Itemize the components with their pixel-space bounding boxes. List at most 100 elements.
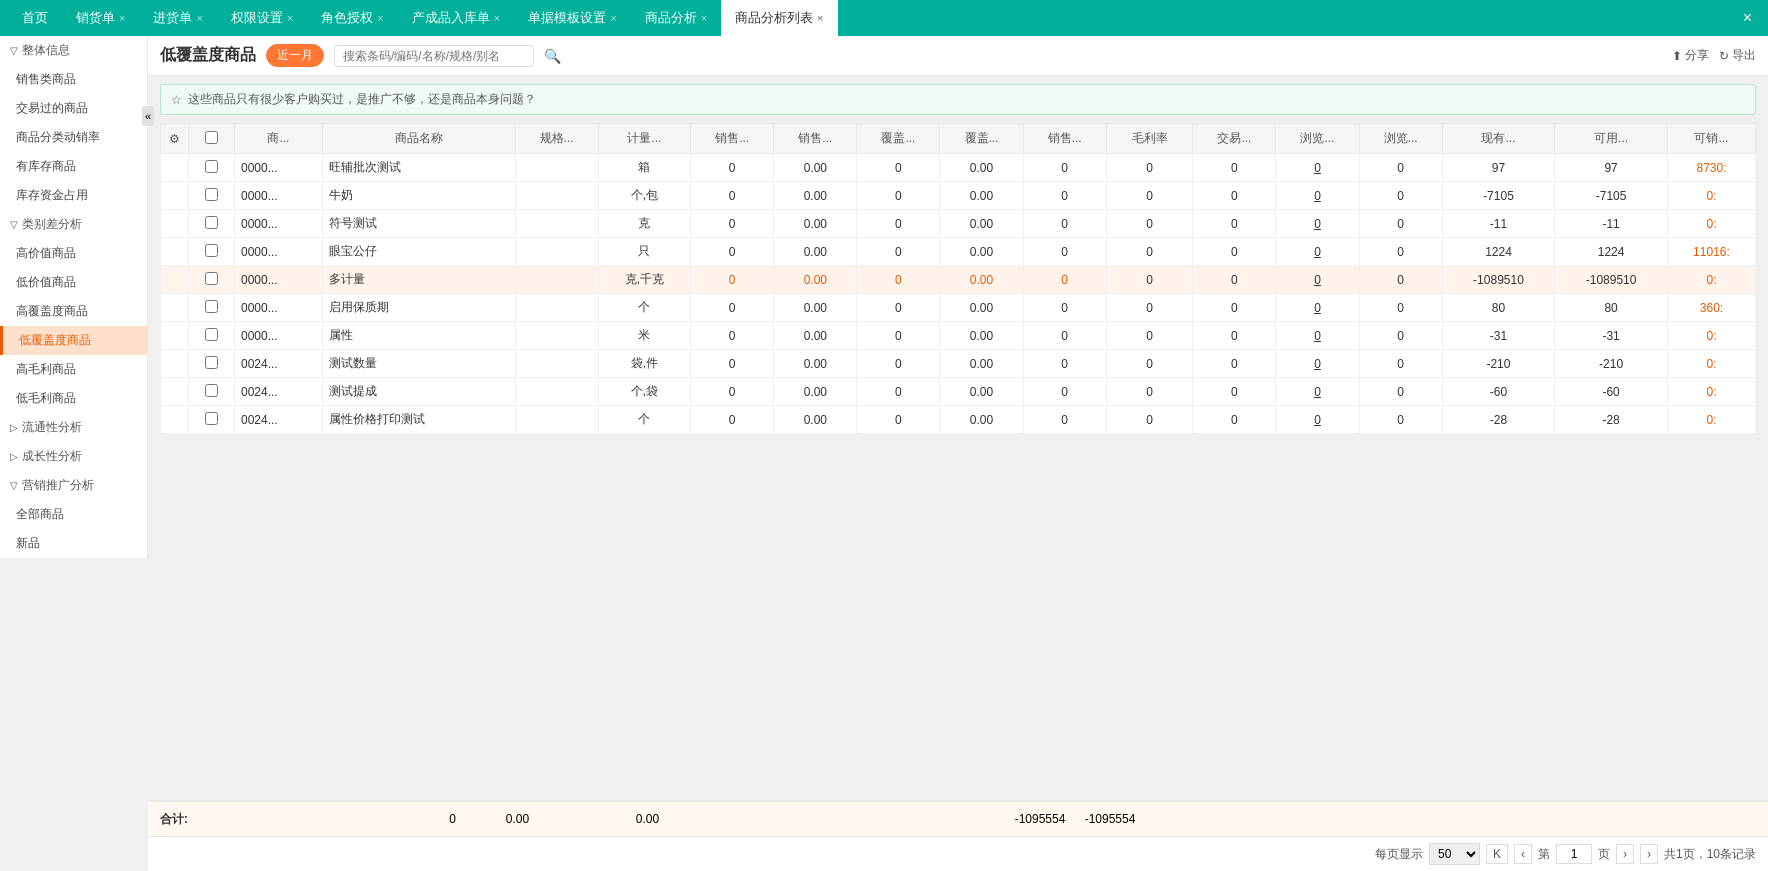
nav-close-purchase[interactable]: × — [196, 12, 202, 24]
row-checkbox[interactable] — [189, 238, 235, 266]
row-select-checkbox[interactable] — [205, 244, 218, 257]
sidebar-item-traded-goods[interactable]: 交易过的商品 — [0, 94, 147, 123]
nav-product-stock[interactable]: 产成品入库单 × — [398, 0, 514, 36]
row-browse1[interactable]: 0 — [1276, 406, 1359, 434]
col-sales-amt-header[interactable]: 销售... — [774, 124, 857, 154]
row-checkbox[interactable] — [189, 154, 235, 182]
row-settings[interactable] — [161, 322, 189, 350]
row-settings[interactable] — [161, 350, 189, 378]
col-name-header[interactable]: 商品名称 — [322, 124, 515, 154]
col-browse1-header[interactable]: 浏览... — [1276, 124, 1359, 154]
sidebar-section-growth[interactable]: ▷ 成长性分析 — [0, 442, 147, 471]
share-button[interactable]: ⬆ 分享 — [1672, 47, 1709, 64]
row-select-checkbox[interactable] — [205, 356, 218, 369]
row-select-checkbox[interactable] — [205, 412, 218, 425]
search-input[interactable] — [334, 45, 534, 67]
prev-page-button[interactable]: ‹ — [1514, 844, 1532, 864]
row-browse1[interactable]: 0 — [1276, 350, 1359, 378]
sidebar-collapse-button[interactable]: « — [142, 106, 154, 126]
sidebar-item-high-coverage[interactable]: 高覆盖度商品 — [0, 297, 147, 326]
sidebar-item-all-goods[interactable]: 全部商品 — [0, 500, 147, 529]
nav-close-template[interactable]: × — [610, 12, 616, 24]
row-browse1[interactable]: 0 — [1276, 238, 1359, 266]
page-size-select[interactable]: 50 20 100 — [1429, 843, 1480, 865]
nav-permission[interactable]: 权限设置 × — [217, 0, 307, 36]
col-spec-header[interactable]: 规格... — [515, 124, 598, 154]
col-sales-qty-header[interactable]: 销售... — [691, 124, 774, 154]
col-coverage2-header[interactable]: 覆盖... — [940, 124, 1023, 154]
sidebar-item-low-coverage[interactable]: 低覆盖度商品 — [0, 326, 147, 355]
row-browse1[interactable]: 0 — [1276, 210, 1359, 238]
row-select-checkbox[interactable] — [205, 216, 218, 229]
row-settings[interactable] — [161, 154, 189, 182]
window-close-button[interactable]: × — [1735, 9, 1760, 27]
row-browse1[interactable]: 0 — [1276, 154, 1359, 182]
nav-home[interactable]: 首页 — [8, 0, 62, 36]
col-current-stock-header[interactable]: 现有... — [1442, 124, 1555, 154]
export-button[interactable]: ↻ 导出 — [1719, 47, 1756, 64]
nav-close-analysis[interactable]: × — [701, 12, 707, 24]
row-select-checkbox[interactable] — [205, 328, 218, 341]
col-browse2-header[interactable]: 浏览... — [1359, 124, 1442, 154]
row-checkbox[interactable] — [189, 350, 235, 378]
row-browse1[interactable]: 0 — [1276, 378, 1359, 406]
col-checkbox-header[interactable] — [189, 124, 235, 154]
col-transaction-header[interactable]: 交易... — [1193, 124, 1276, 154]
row-select-checkbox[interactable] — [205, 188, 218, 201]
nav-sales[interactable]: 销货单 × — [62, 0, 139, 36]
col-available-header[interactable]: 可用... — [1555, 124, 1668, 154]
row-settings[interactable] — [161, 182, 189, 210]
row-select-checkbox[interactable] — [205, 384, 218, 397]
nav-analysis[interactable]: 商品分析 × — [631, 0, 721, 36]
row-settings[interactable] — [161, 294, 189, 322]
sidebar-item-category-rate[interactable]: 商品分类动销率 — [0, 123, 147, 152]
nav-analysis-list[interactable]: 商品分析列表 × — [721, 0, 837, 36]
col-sales3-header[interactable]: 销售... — [1023, 124, 1106, 154]
sidebar-item-low-margin[interactable]: 低毛利商品 — [0, 384, 147, 413]
row-checkbox[interactable] — [189, 294, 235, 322]
page-number-input[interactable] — [1556, 844, 1592, 864]
nav-close-role[interactable]: × — [377, 12, 383, 24]
nav-close-sales[interactable]: × — [119, 12, 125, 24]
nav-purchase[interactable]: 进货单 × — [139, 0, 216, 36]
row-browse1[interactable]: 0 — [1276, 182, 1359, 210]
sidebar-section-overall[interactable]: ▽ 整体信息 — [0, 36, 147, 65]
row-select-checkbox[interactable] — [205, 160, 218, 173]
row-checkbox[interactable] — [189, 266, 235, 294]
sidebar-item-low-value[interactable]: 低价值商品 — [0, 268, 147, 297]
row-browse1[interactable]: 0 — [1276, 266, 1359, 294]
row-settings[interactable] — [161, 210, 189, 238]
row-checkbox[interactable] — [189, 210, 235, 238]
select-all-checkbox[interactable] — [205, 131, 218, 144]
row-settings[interactable] — [161, 378, 189, 406]
sidebar-item-stock-capital[interactable]: 库存资金占用 — [0, 181, 147, 210]
nav-close-product-stock[interactable]: × — [494, 12, 500, 24]
sidebar-section-category[interactable]: ▽ 类别差分析 — [0, 210, 147, 239]
col-sellable-header[interactable]: 可销... — [1667, 124, 1755, 154]
date-filter-recent-month[interactable]: 近一月 — [266, 44, 324, 67]
nav-template[interactable]: 单据模板设置 × — [514, 0, 630, 36]
nav-role[interactable]: 角色授权 × — [307, 0, 397, 36]
nav-close-analysis-list[interactable]: × — [817, 12, 823, 24]
sidebar-section-flow[interactable]: ▷ 流通性分析 — [0, 413, 147, 442]
row-select-checkbox[interactable] — [205, 300, 218, 313]
next-page-button[interactable]: › — [1616, 844, 1634, 864]
row-checkbox[interactable] — [189, 322, 235, 350]
search-button[interactable]: 🔍 — [544, 48, 561, 64]
sidebar-item-sales-goods[interactable]: 销售类商品 — [0, 65, 147, 94]
col-gross-margin-header[interactable]: 毛利率 — [1106, 124, 1193, 154]
col-unit-header[interactable]: 计量... — [598, 124, 691, 154]
row-checkbox[interactable] — [189, 182, 235, 210]
row-settings[interactable] — [161, 266, 189, 294]
sidebar-section-marketing[interactable]: ▽ 营销推广分析 — [0, 471, 147, 500]
table-wrapper[interactable]: ⚙ 商... 商品名称 规格... 计量... 销售... 销售... 覆盖..… — [160, 123, 1756, 800]
row-select-checkbox[interactable] — [205, 272, 218, 285]
sidebar-item-high-value[interactable]: 高价值商品 — [0, 239, 147, 268]
col-coverage1-header[interactable]: 覆盖... — [857, 124, 940, 154]
row-checkbox[interactable] — [189, 406, 235, 434]
col-code-header[interactable]: 商... — [234, 124, 322, 154]
sidebar-item-high-margin[interactable]: 高毛利商品 — [0, 355, 147, 384]
sidebar-item-stock-goods[interactable]: 有库存商品 — [0, 152, 147, 181]
last-page-button[interactable]: › — [1640, 844, 1658, 864]
row-settings[interactable] — [161, 238, 189, 266]
